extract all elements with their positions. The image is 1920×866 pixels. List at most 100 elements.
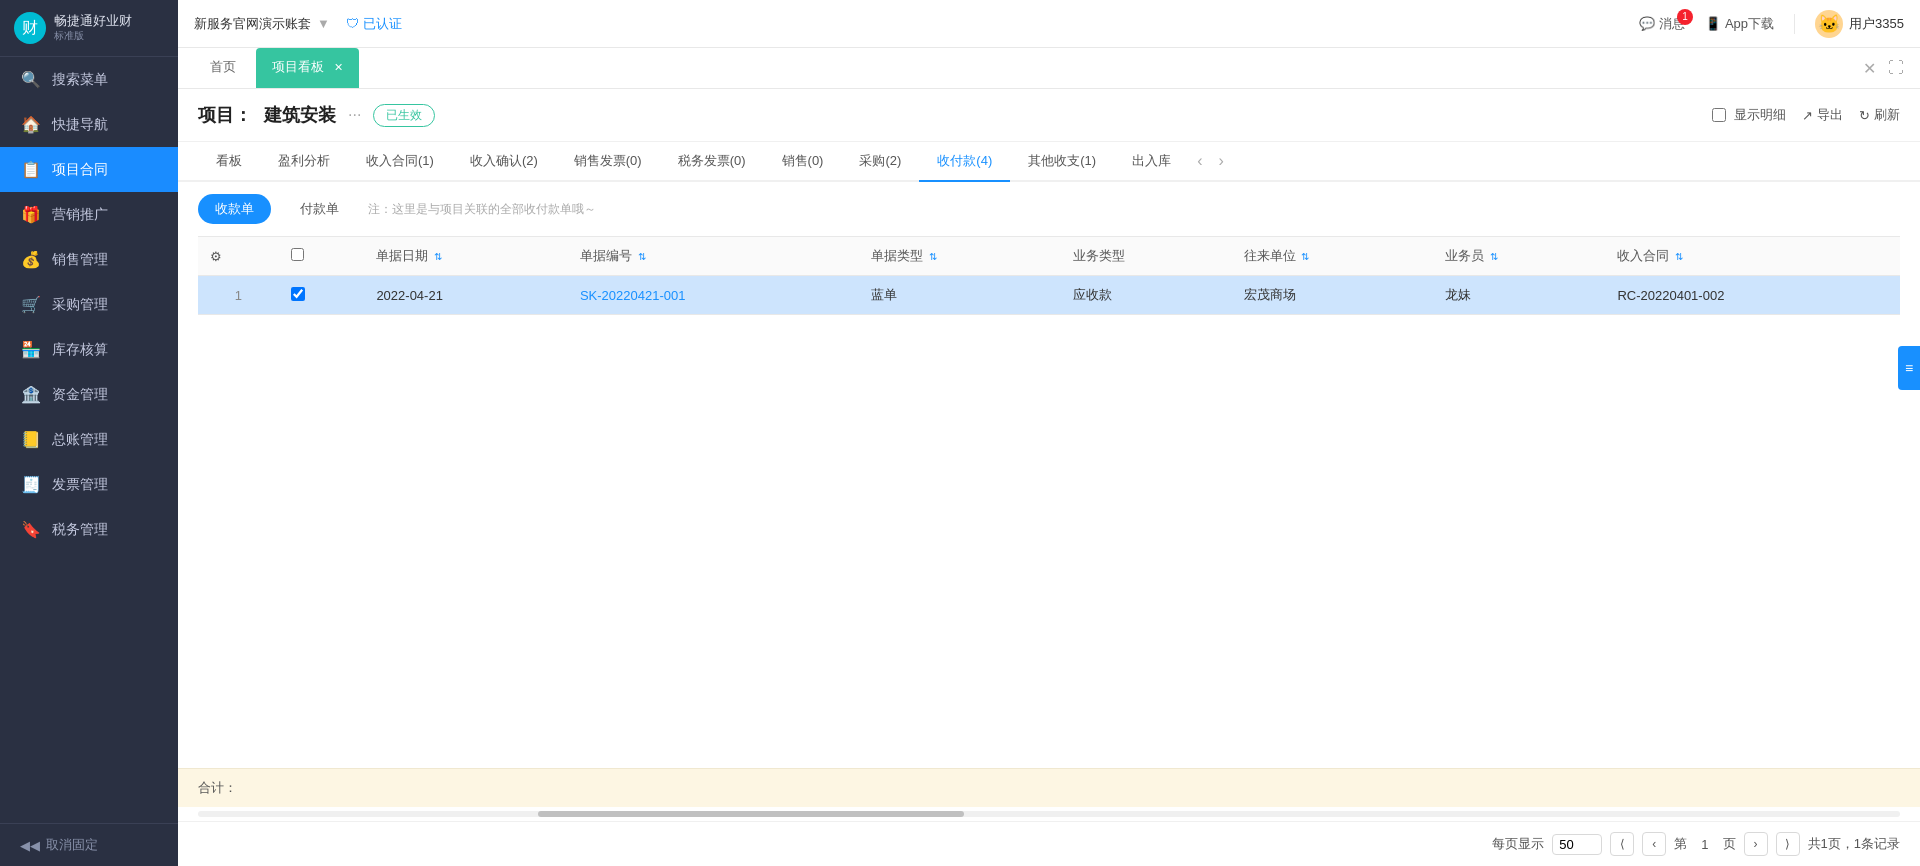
page-current-label: 第 bbox=[1674, 835, 1687, 853]
page-next-btn[interactable]: › bbox=[1744, 832, 1768, 856]
refresh-button[interactable]: ↻ 刷新 bbox=[1859, 106, 1900, 124]
user-menu[interactable]: 🐱 用户3355 bbox=[1815, 10, 1904, 38]
app-name: 畅捷通好业财 bbox=[54, 13, 132, 30]
sales-icon: 💰 bbox=[20, 250, 42, 269]
tabbar: 首页 项目看板 ✕ ✕ ⛶ bbox=[178, 48, 1920, 89]
nav-tab-board[interactable]: 看板 bbox=[198, 142, 260, 182]
main-area: 新服务官网演示账套 ▼ 🛡 已认证 💬 消息 1 📱 App下载 🐱 用户335… bbox=[178, 0, 1920, 866]
col-date[interactable]: 单据日期 ⇅ bbox=[364, 237, 568, 276]
scroll-thumb[interactable] bbox=[538, 811, 964, 817]
topbar-right: 💬 消息 1 📱 App下载 🐱 用户3355 bbox=[1639, 10, 1904, 38]
nav-tab-purchase[interactable]: 采购(2) bbox=[841, 142, 919, 182]
nav-tab-sales[interactable]: 销售(0) bbox=[764, 142, 842, 182]
sub-tab-note: 注：这里是与项目关联的全部收付款单哦～ bbox=[368, 201, 596, 218]
row-select-checkbox[interactable] bbox=[291, 287, 305, 301]
nav-tab-payment[interactable]: 收付款(4) bbox=[919, 142, 1010, 182]
table-wrap: ⚙ 单据日期 ⇅ 单据编号 ⇅ 单据类型 ⇅ 业务类型 往来单位 ⇅ 业务员 ⇅… bbox=[178, 236, 1920, 768]
scroll-track[interactable] bbox=[198, 811, 1900, 817]
sub-tabs: 收款单 付款单 注：这里是与项目关联的全部收付款单哦～ bbox=[178, 182, 1920, 236]
sub-tab-payment[interactable]: 付款单 bbox=[283, 194, 356, 224]
page-current-num: 1 bbox=[1695, 837, 1714, 852]
per-page-select[interactable]: 50 10 20 100 bbox=[1552, 834, 1602, 855]
sidebar-item-inventory[interactable]: 🏪 库存核算 bbox=[0, 327, 178, 372]
page-end-label: 页 bbox=[1723, 835, 1736, 853]
sidebar-item-invoice[interactable]: 🧾 发票管理 bbox=[0, 462, 178, 507]
tab-close-icon[interactable]: ✕ bbox=[334, 61, 343, 73]
page-first-btn[interactable]: ⟨ bbox=[1610, 832, 1634, 856]
show-detail-toggle[interactable]: 显示明细 bbox=[1712, 106, 1786, 124]
user-label: 用户3355 bbox=[1849, 15, 1904, 33]
nav-tab-income-contract[interactable]: 收入合同(1) bbox=[348, 142, 452, 182]
topbar-divider bbox=[1794, 14, 1795, 34]
nav-tabs: 看板 盈利分析 收入合同(1) 收入确认(2) 销售发票(0) 税务发票(0) … bbox=[178, 142, 1920, 182]
cert-label: 已认证 bbox=[363, 15, 402, 33]
sidebar-nav: 🔍 搜索菜单 🏠 快捷导航 📋 项目合同 🎁 营销推广 💰 销售管理 🛒 采购管… bbox=[0, 57, 178, 823]
unpin-button[interactable]: ◀◀ 取消固定 bbox=[0, 823, 178, 866]
sidebar-item-purchase[interactable]: 🛒 采购管理 bbox=[0, 282, 178, 327]
mobile-icon: 📱 bbox=[1705, 16, 1721, 31]
nav-tab-other[interactable]: 其他收支(1) bbox=[1010, 142, 1114, 182]
col-number[interactable]: 单据编号 ⇅ bbox=[568, 237, 859, 276]
sub-tab-receipt[interactable]: 收款单 bbox=[198, 194, 271, 224]
col-contract[interactable]: 收入合同 ⇅ bbox=[1605, 237, 1900, 276]
contract-icon: 📋 bbox=[20, 160, 42, 179]
project-header: 项目： 建筑安装 ··· 已生效 显示明细 ↗ 导出 ↻ 刷新 bbox=[178, 89, 1920, 142]
search-icon: 🔍 bbox=[20, 70, 42, 89]
page-prev-btn[interactable]: ‹ bbox=[1642, 832, 1666, 856]
row-number[interactable]: SK-20220421-001 bbox=[568, 276, 859, 315]
project-dropdown-icon[interactable]: ▼ bbox=[317, 16, 330, 31]
project-more-icon[interactable]: ··· bbox=[348, 106, 361, 124]
nav-tab-tax-invoice[interactable]: 税务发票(0) bbox=[660, 142, 764, 182]
sidebar-item-sales[interactable]: 💰 销售管理 bbox=[0, 237, 178, 282]
sidebar-item-quick-nav[interactable]: 🏠 快捷导航 bbox=[0, 102, 178, 147]
message-button[interactable]: 💬 消息 1 bbox=[1639, 15, 1685, 33]
sort-icon-salesperson: ⇅ bbox=[1490, 251, 1498, 262]
finance-icon: 🏦 bbox=[20, 385, 42, 404]
per-page-label: 每页显示 bbox=[1492, 835, 1544, 853]
row-salesperson: 龙妹 bbox=[1433, 276, 1605, 315]
nav-tab-warehouse[interactable]: 出入库 bbox=[1114, 142, 1189, 182]
sidebar-item-marketing[interactable]: 🎁 营销推广 bbox=[0, 192, 178, 237]
right-panel-toggle[interactable]: ≡ bbox=[1898, 346, 1920, 390]
tab-win-controls: ✕ ⛶ bbox=[1863, 59, 1904, 78]
sidebar-item-label: 项目合同 bbox=[52, 161, 108, 179]
nav-tab-profit[interactable]: 盈利分析 bbox=[260, 142, 348, 182]
sidebar-item-ledger[interactable]: 📒 总账管理 bbox=[0, 417, 178, 462]
sidebar-item-finance[interactable]: 🏦 资金管理 bbox=[0, 372, 178, 417]
sidebar-item-tax[interactable]: 🔖 税务管理 bbox=[0, 507, 178, 552]
sidebar-item-project-contract[interactable]: 📋 项目合同 bbox=[0, 147, 178, 192]
select-all-checkbox[interactable] bbox=[291, 248, 304, 261]
show-detail-label: 显示明细 bbox=[1734, 106, 1786, 124]
table-body: 1 2022-04-21 SK-20220421-001 蓝单 应收款 宏茂商场… bbox=[198, 276, 1900, 315]
panel-icon: ≡ bbox=[1905, 360, 1913, 376]
app-download-button[interactable]: 📱 App下载 bbox=[1705, 15, 1774, 33]
nav-tab-income-confirm[interactable]: 收入确认(2) bbox=[452, 142, 556, 182]
col-type[interactable]: 单据类型 ⇅ bbox=[859, 237, 1061, 276]
tab-project-board[interactable]: 项目看板 ✕ bbox=[256, 48, 359, 88]
settings-icon[interactable]: ⚙ bbox=[210, 249, 222, 264]
nav-tab-sales-invoice[interactable]: 销售发票(0) bbox=[556, 142, 660, 182]
col-salesperson[interactable]: 业务员 ⇅ bbox=[1433, 237, 1605, 276]
refresh-label: 刷新 bbox=[1874, 106, 1900, 124]
table-row[interactable]: 1 2022-04-21 SK-20220421-001 蓝单 应收款 宏茂商场… bbox=[198, 276, 1900, 315]
page-last-btn[interactable]: ⟩ bbox=[1776, 832, 1800, 856]
col-settings[interactable]: ⚙ bbox=[198, 237, 279, 276]
col-partner[interactable]: 往来单位 ⇅ bbox=[1232, 237, 1434, 276]
col-checkbox bbox=[279, 237, 364, 276]
tab-home[interactable]: 首页 bbox=[194, 48, 252, 88]
topbar-cert: 🛡 已认证 bbox=[346, 15, 402, 33]
sidebar: 财 畅捷通好业财 标准版 🔍 搜索菜单 🏠 快捷导航 📋 项目合同 🎁 营销推广… bbox=[0, 0, 178, 866]
sidebar-item-label: 销售管理 bbox=[52, 251, 108, 269]
show-detail-checkbox[interactable] bbox=[1712, 108, 1726, 122]
maximize-icon[interactable]: ⛶ bbox=[1888, 59, 1904, 77]
export-label: 导出 bbox=[1817, 106, 1843, 124]
sidebar-item-search[interactable]: 🔍 搜索菜单 bbox=[0, 57, 178, 102]
topbar-project[interactable]: 新服务官网演示账套 ▼ bbox=[194, 15, 330, 33]
row-number-link[interactable]: SK-20220421-001 bbox=[580, 288, 686, 303]
nav-prev-icon[interactable]: ‹ bbox=[1189, 152, 1210, 170]
close-window-icon[interactable]: ✕ bbox=[1863, 59, 1876, 78]
export-button[interactable]: ↗ 导出 bbox=[1802, 106, 1843, 124]
sidebar-item-label: 发票管理 bbox=[52, 476, 108, 494]
nav-next-icon[interactable]: › bbox=[1210, 152, 1231, 170]
project-name-label: 新服务官网演示账套 bbox=[194, 15, 311, 33]
